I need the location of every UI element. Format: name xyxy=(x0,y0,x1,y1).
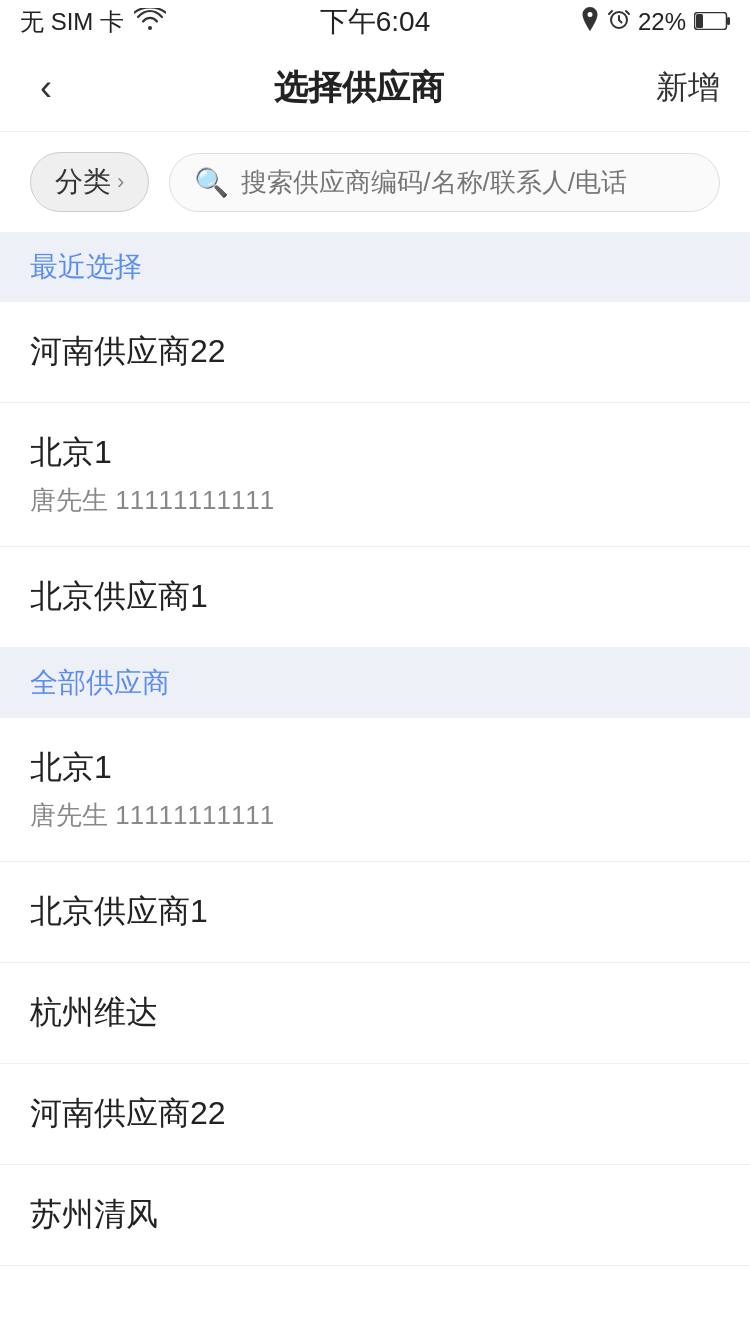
location-icon xyxy=(580,7,600,37)
chevron-right-icon: › xyxy=(117,169,124,195)
all-list-item[interactable]: 北京1 唐先生 11111111111 xyxy=(0,718,750,862)
status-time: 下午6:04 xyxy=(320,3,431,41)
status-right: 22% xyxy=(580,7,730,37)
all-list-item[interactable]: 北京供应商1 xyxy=(0,862,750,963)
search-input[interactable] xyxy=(241,167,695,198)
nav-bar: ‹ 选择供应商 新增 xyxy=(0,44,750,132)
recent-list-item[interactable]: 河南供应商22 xyxy=(0,302,750,403)
svg-rect-2 xyxy=(727,17,730,25)
new-action-button[interactable]: 新增 xyxy=(656,66,720,110)
item-name: 北京供应商1 xyxy=(30,575,720,619)
all-list-item[interactable]: 杭州维达 xyxy=(0,963,750,1064)
category-button[interactable]: 分类 › xyxy=(30,152,149,212)
item-name: 北京1 xyxy=(30,431,720,475)
all-list-item[interactable]: 河南供应商22 xyxy=(0,1064,750,1165)
battery-icon xyxy=(694,8,730,36)
recent-list-item[interactable]: 北京1 唐先生 11111111111 xyxy=(0,403,750,547)
status-bar: 无 SIM 卡 下午6:04 22% xyxy=(0,0,750,44)
all-section-header: 全部供应商 xyxy=(0,648,750,718)
filter-bar: 分类 › 🔍 xyxy=(0,132,750,232)
battery-percent: 22% xyxy=(638,8,686,36)
recent-items-list: 河南供应商22 北京1 唐先生 11111111111 北京供应商1 xyxy=(0,302,750,648)
recent-section-header: 最近选择 xyxy=(0,232,750,302)
item-name: 杭州维达 xyxy=(30,991,720,1035)
svg-rect-3 xyxy=(696,14,703,28)
item-name: 河南供应商22 xyxy=(30,1092,720,1136)
page-title: 选择供应商 xyxy=(274,65,444,111)
alarm-icon xyxy=(608,8,630,36)
item-sub: 唐先生 11111111111 xyxy=(30,483,720,518)
back-button[interactable]: ‹ xyxy=(30,57,62,119)
item-sub: 唐先生 11111111111 xyxy=(30,798,720,833)
item-name: 北京供应商1 xyxy=(30,890,720,934)
category-label: 分类 xyxy=(55,163,111,201)
recent-list-item[interactable]: 北京供应商1 xyxy=(0,547,750,648)
all-section-label: 全部供应商 xyxy=(30,667,170,698)
item-name: 河南供应商22 xyxy=(30,330,720,374)
all-items-list: 北京1 唐先生 11111111111 北京供应商1 杭州维达河南供应商22 苏州清风 xyxy=(0,718,750,1266)
search-box: 🔍 xyxy=(169,153,720,212)
recent-section-label: 最近选择 xyxy=(30,251,142,282)
status-left: 无 SIM 卡 xyxy=(20,6,166,38)
item-name: 苏州清风 xyxy=(30,1193,720,1237)
wifi-icon xyxy=(134,8,166,36)
item-name: 北京1 xyxy=(30,746,720,790)
search-icon: 🔍 xyxy=(194,166,229,199)
all-list-item[interactable]: 苏州清风 xyxy=(0,1165,750,1266)
sim-text: 无 SIM 卡 xyxy=(20,6,124,38)
